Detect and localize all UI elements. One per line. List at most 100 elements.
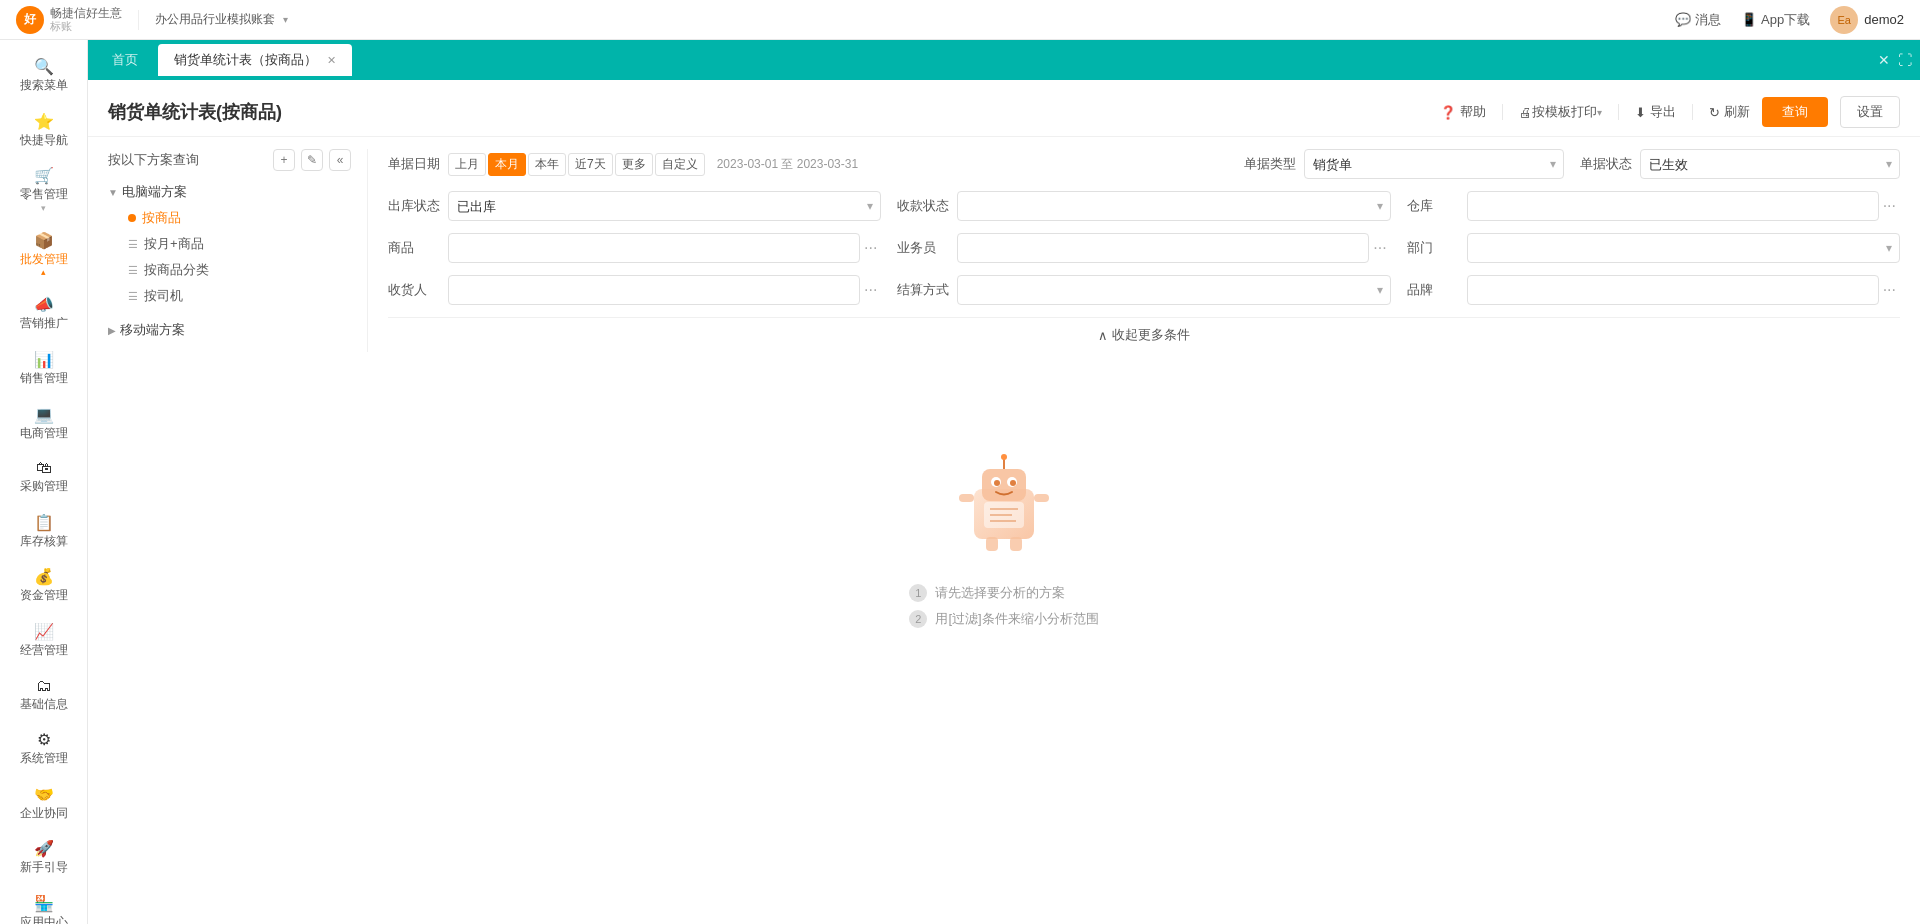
brand-input[interactable] <box>1467 275 1879 305</box>
product-dots[interactable]: ··· <box>860 239 881 257</box>
scheme-section-mobile: ▶ 移动端方案 <box>108 317 351 343</box>
finance-icon: 💰 <box>34 567 54 586</box>
doc-status-field: 单据状态 已生效 <box>1580 149 1900 179</box>
message-action[interactable]: 💬 消息 <box>1675 11 1721 29</box>
scheme-item-by-category[interactable]: ☰ 按商品分类 <box>108 257 351 283</box>
sidebar-item-purchase[interactable]: 🛍 采购管理 <box>4 451 83 503</box>
sub-scheme-icon3: ☰ <box>128 290 138 303</box>
sidebar-item-sales[interactable]: 📊 销售管理 <box>4 342 83 395</box>
svg-rect-10 <box>986 537 998 551</box>
dept-select[interactable] <box>1467 233 1900 263</box>
print-dropdown-icon[interactable]: ▾ <box>1597 107 1602 118</box>
wholesale-icon: 📦 <box>34 231 54 250</box>
quick-nav-icon: ⭐ <box>34 112 54 131</box>
sidebar-item-operation[interactable]: 📈 经营管理 <box>4 614 83 667</box>
empty-tip-1: 1 请先选择要分析的方案 <box>909 584 1098 602</box>
receive-status-field: 收款状态 <box>897 191 1390 221</box>
app-download-action[interactable]: 📱 App下载 <box>1741 11 1810 29</box>
settings-button[interactable]: 设置 <box>1840 96 1900 128</box>
staff-input[interactable] <box>957 233 1369 263</box>
help-button[interactable]: ❓ 帮助 <box>1440 103 1486 121</box>
date-btn-last-month[interactable]: 上月 <box>448 153 486 176</box>
system-icon: ⚙ <box>37 730 51 749</box>
date-btn-more[interactable]: 更多 <box>615 153 653 176</box>
out-status-field: 出库状态 已出库 <box>388 191 881 221</box>
filter-form: 单据日期 上月 本月 本年 近7天 更多 自定义 <box>368 149 1900 352</box>
out-status-select[interactable]: 已出库 <box>448 191 881 221</box>
product-input[interactable] <box>448 233 860 263</box>
sidebar-item-search-menu[interactable]: 🔍 搜索菜单 <box>4 49 83 102</box>
sidebar-item-guide[interactable]: 🚀 新手引导 <box>4 831 83 884</box>
collapse-row: ∧ 收起更多条件 <box>388 317 1900 352</box>
scheme-collapse-button[interactable]: « <box>329 149 351 171</box>
sidebar-item-marketing[interactable]: 📣 营销推广 <box>4 287 83 340</box>
print-button[interactable]: 🖨 按模板打印 ▾ <box>1519 103 1602 121</box>
settlement-select[interactable] <box>957 275 1390 305</box>
date-btn-this-month[interactable]: 本月 <box>488 153 526 176</box>
empty-state: 1 请先选择要分析的方案 2 用[过滤]条件来缩小分析范围 <box>88 364 1920 716</box>
tab-sales-stats[interactable]: 销货单统计表（按商品） ✕ <box>158 44 352 76</box>
sidebar-item-basic[interactable]: 🗂 基础信息 <box>4 669 83 721</box>
date-range: 2023-03-01 至 2023-03-31 <box>717 156 858 173</box>
receiver-dots[interactable]: ··· <box>860 281 881 299</box>
query-button[interactable]: 查询 <box>1762 97 1828 127</box>
dept-field: 部门 <box>1407 233 1900 263</box>
scheme-panel: 按以下方案查询 + ✎ « ▼ 电脑端方案 <box>108 149 368 352</box>
scheme-item-by-driver[interactable]: ☰ 按司机 <box>108 283 351 309</box>
warehouse-input[interactable] <box>1467 191 1879 221</box>
warehouse-dots[interactable]: ··· <box>1879 197 1900 215</box>
settlement-field: 结算方式 <box>897 275 1390 305</box>
brand-dots[interactable]: ··· <box>1879 281 1900 299</box>
apps-icon: 🏪 <box>34 894 54 913</box>
doc-status-select[interactable]: 已生效 <box>1640 149 1900 179</box>
sidebar-item-inventory[interactable]: 📋 库存核算 <box>4 505 83 558</box>
receiver-input[interactable] <box>448 275 860 305</box>
date-filter: 上月 本月 本年 近7天 更多 自定义 2023-03-01 至 2023-03… <box>448 153 1228 176</box>
tab-home[interactable]: 首页 <box>96 44 154 76</box>
main-layout: 🔍 搜索菜单 ⭐ 快捷导航 🛒 零售管理 ▾ 📦 批发管理 ▴ 📣 营销推广 <box>0 40 1920 924</box>
scheme-section-mobile-header[interactable]: ▶ 移动端方案 <box>108 317 351 343</box>
help-icon: ❓ <box>1440 105 1456 120</box>
date-btn-custom[interactable]: 自定义 <box>655 153 705 176</box>
collapse-button[interactable]: ∧ 收起更多条件 <box>1098 326 1190 344</box>
sidebar-item-system[interactable]: ⚙ 系统管理 <box>4 722 83 775</box>
sub-scheme-icon2: ☰ <box>128 264 138 277</box>
logo-text: 畅捷信好生意 标账 <box>50 6 122 34</box>
app-title-dropdown[interactable]: ▾ <box>283 14 288 25</box>
tab-window-maximize[interactable]: ⛶ <box>1898 52 1912 68</box>
date-btn-this-year[interactable]: 本年 <box>528 153 566 176</box>
desktop-section-arrow: ▼ <box>108 187 118 198</box>
export-button[interactable]: ⬇ 导出 <box>1635 103 1676 121</box>
scheme-add-button[interactable]: + <box>273 149 295 171</box>
sidebar-item-ecommerce[interactable]: 💻 电商管理 <box>4 397 83 450</box>
empty-illustration <box>944 444 1064 564</box>
date-btn-7days[interactable]: 近7天 <box>568 153 613 176</box>
sidebar-item-enterprise[interactable]: 🤝 企业协同 <box>4 777 83 830</box>
dept-select-wrapper <box>1467 233 1900 263</box>
staff-dots[interactable]: ··· <box>1369 239 1390 257</box>
sidebar-item-finance[interactable]: 💰 资金管理 <box>4 559 83 612</box>
user-name: demo2 <box>1864 12 1904 27</box>
scheme-edit-button[interactable]: ✎ <box>301 149 323 171</box>
sidebar-item-retail[interactable]: 🛒 零售管理 ▾ <box>4 158 83 221</box>
sales-icon: 📊 <box>34 350 54 369</box>
sidebar-item-apps[interactable]: 🏪 应用中心 <box>4 886 83 924</box>
tab-window-close[interactable]: ✕ <box>1878 52 1890 68</box>
receive-status-select[interactable] <box>957 191 1390 221</box>
refresh-icon: ↻ <box>1709 105 1720 120</box>
top-bar-right: 💬 消息 📱 App下载 Ea demo2 <box>1675 6 1904 34</box>
enterprise-icon: 🤝 <box>34 785 54 804</box>
svg-rect-11 <box>1010 537 1022 551</box>
refresh-button[interactable]: ↻ 刷新 <box>1709 103 1750 121</box>
sidebar-item-quick-nav[interactable]: ⭐ 快捷导航 <box>4 104 83 157</box>
doc-type-select[interactable]: 销货单 <box>1304 149 1564 179</box>
tab-close-icon[interactable]: ✕ <box>327 54 336 67</box>
scheme-item-by-product[interactable]: 按商品 <box>108 205 351 231</box>
scheme-section-desktop-header[interactable]: ▼ 电脑端方案 <box>108 179 351 205</box>
tab-home-label: 首页 <box>112 51 138 69</box>
avatar: Ea <box>1830 6 1858 34</box>
sidebar-item-wholesale[interactable]: 📦 批发管理 ▴ <box>4 223 83 286</box>
tab-sales-stats-label: 销货单统计表（按商品） <box>174 51 317 69</box>
scheme-item-by-month-product[interactable]: ☰ 按月+商品 <box>108 231 351 257</box>
user-area[interactable]: Ea demo2 <box>1830 6 1904 34</box>
